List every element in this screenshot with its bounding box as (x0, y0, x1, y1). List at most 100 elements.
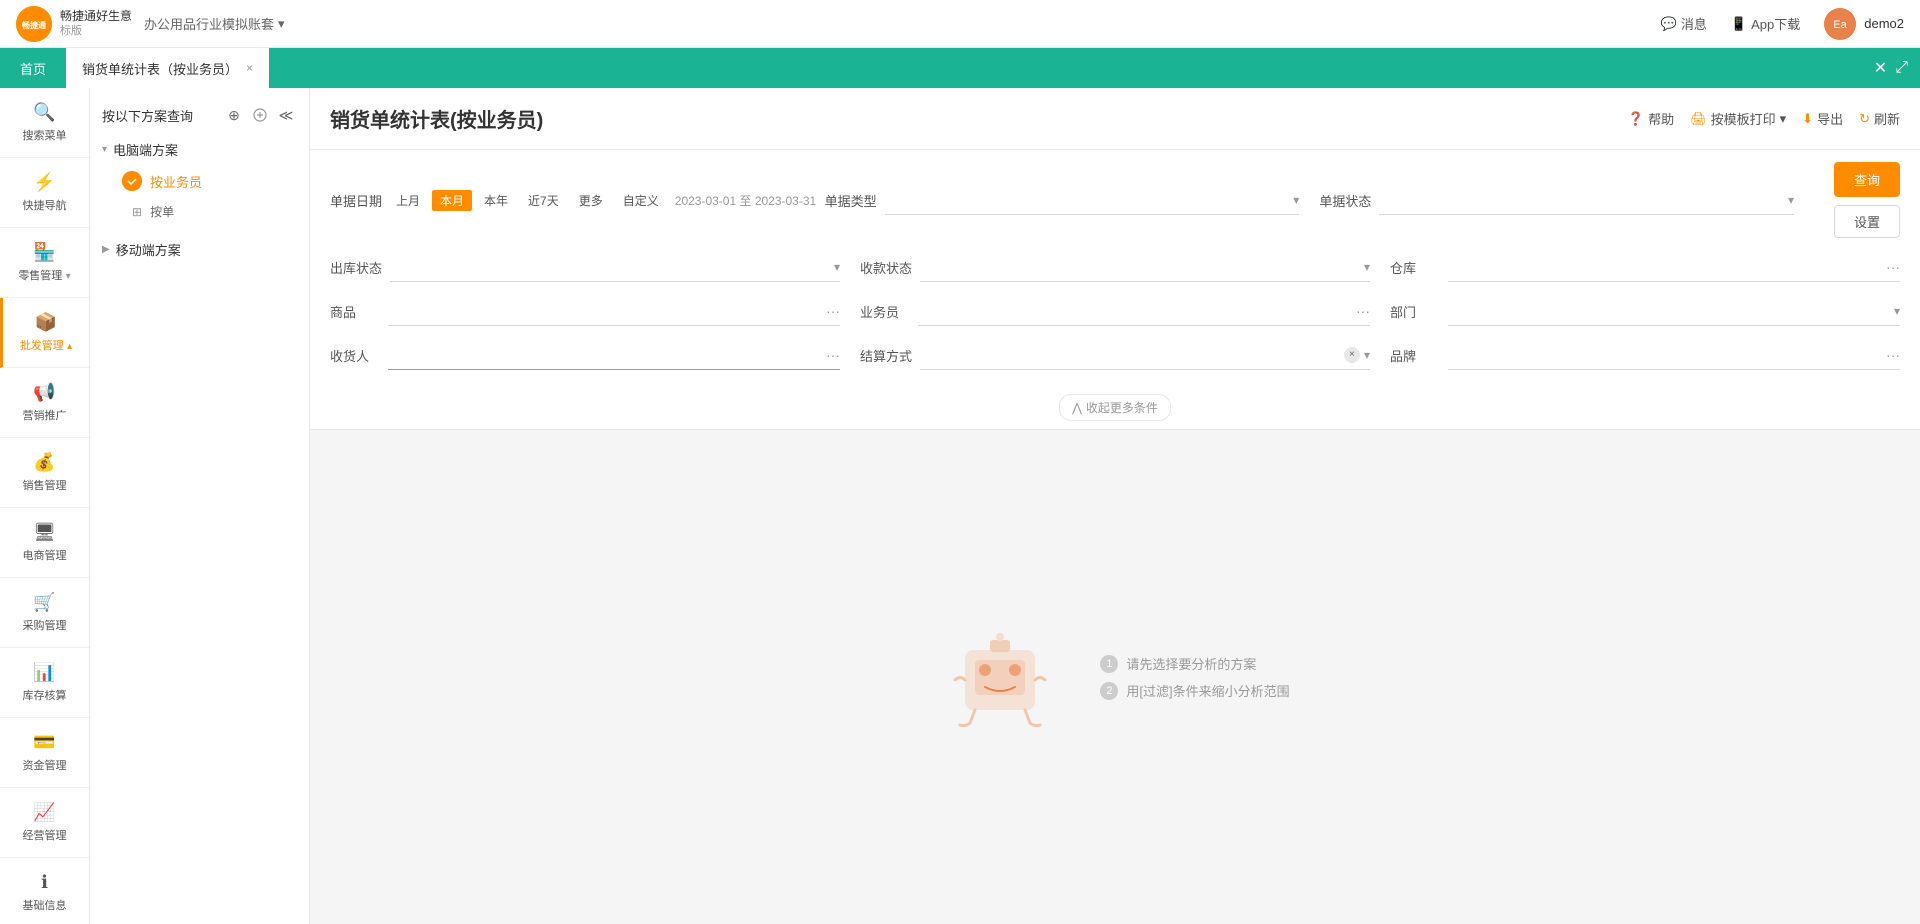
sidebar-item-purchase[interactable]: 🛒 采购管理 (0, 578, 89, 648)
filter-row-2: 出库状态 ▾ 收款状态 ▾ (330, 252, 1900, 282)
scheme-item-doc[interactable]: ⊞ 按单 (102, 197, 297, 226)
sidebar-item-search[interactable]: 🔍 搜索菜单 (0, 88, 89, 158)
outstatus-control[interactable]: ▾ (390, 252, 840, 282)
date-tabs: 上月 本月 本年 近7天 更多 自定义 2023-03-01 至 2023-03… (388, 190, 816, 211)
payment-control[interactable]: ▾ (920, 252, 1370, 282)
scheme-group-mobile-header[interactable]: ▶ 移动端方案 (102, 234, 297, 265)
empty-illustration (940, 615, 1060, 740)
department-arrow-icon: ▾ (1894, 304, 1900, 318)
filter-salesman: 业务员 ··· (860, 296, 1370, 326)
logo-area: 畅捷通 畅捷通好生意 标版 (16, 6, 132, 42)
docstatus-control[interactable]: ▾ (1379, 185, 1794, 215)
left-panel-actions: ⊕ ≪ (223, 104, 297, 126)
date-tab-thisyear[interactable]: 本年 (476, 190, 516, 211)
tab-controls: ✕ ⤢ (1862, 58, 1920, 78)
wholesale-icon: 📦 (11, 312, 81, 333)
breadcrumb[interactable]: 办公用品行业模拟账套 ▾ (144, 14, 285, 33)
sidebar-item-ecommerce[interactable]: 🖥 电商管理 (0, 508, 89, 578)
sidebar-item-retail[interactable]: 🏪 零售管理 ▾ (0, 228, 89, 298)
settlement-clear-btn[interactable]: × (1344, 347, 1360, 363)
page-title: 销货单统计表(按业务员) (330, 104, 543, 133)
ecommerce-icon: 🖥 (8, 522, 81, 543)
sales-icon: 💰 (8, 452, 81, 473)
search-icon: 🔍 (8, 102, 81, 123)
tab-maximize-btn[interactable]: ⤢ (1895, 59, 1908, 77)
content-area: 按以下方案查询 ⊕ ≪ ▾ 电脑端方案 (90, 88, 1920, 924)
doctype-control[interactable]: ▾ (885, 185, 1300, 215)
date-tab-more[interactable]: 更多 (571, 190, 611, 211)
export-icon: ⬇ (1802, 111, 1813, 127)
sidebar-item-basics[interactable]: ℹ 基础信息 (0, 858, 89, 924)
tab-home[interactable]: 首页 (0, 48, 66, 88)
receiver-dots: ··· (826, 347, 840, 363)
basics-icon: ℹ (8, 872, 81, 893)
docstatus-arrow-icon: ▾ (1788, 193, 1794, 207)
sidebar-item-inventory[interactable]: 📊 库存核算 (0, 648, 89, 718)
settlement-control[interactable]: × ▾ (920, 340, 1370, 370)
date-tab-custom[interactable]: 自定义 (615, 190, 667, 211)
sidebar-item-operation[interactable]: 📈 经营管理 (0, 788, 89, 858)
filter-docstatus: 单据状态 ▾ (1319, 185, 1794, 215)
filter-settlement: 结算方式 × ▾ (860, 340, 1370, 370)
scheme-group-pc: ▾ 电脑端方案 按业务员 ⊞ 按单 (90, 134, 309, 226)
operation-icon: 📈 (8, 802, 81, 823)
refresh-btn[interactable]: ↻ 刷新 (1859, 109, 1900, 128)
top-header: 畅捷通 畅捷通好生意 标版 办公用品行业模拟账套 ▾ 💬 消息 📱 App下载 (0, 0, 1920, 48)
settings-button[interactable]: 设置 (1834, 205, 1900, 238)
export-btn[interactable]: ⬇ 导出 (1802, 109, 1843, 128)
retail-icon: 🏪 (8, 242, 81, 263)
marketing-icon: 📢 (8, 382, 81, 403)
department-control[interactable]: ▾ (1448, 296, 1900, 326)
svg-text:畅捷通: 畅捷通 (22, 20, 46, 30)
print-btn[interactable]: 🖨 按模板打印 ▾ (1690, 109, 1786, 128)
scheme-item-salesman[interactable]: 按业务员 (102, 165, 297, 197)
user-area[interactable]: Ea demo2 (1824, 8, 1904, 40)
warehouse-control[interactable]: ··· (1448, 252, 1900, 282)
purchase-icon: 🛒 (8, 592, 81, 613)
filter-row-3: 商品 ··· 业务员 ··· (330, 296, 1900, 326)
filter-goods: 商品 ··· (330, 296, 840, 326)
filter-department: 部门 ▾ (1390, 296, 1900, 326)
goods-control[interactable]: ··· (388, 296, 840, 326)
tab-active[interactable]: 销货单统计表（按业务员） × (66, 48, 269, 88)
collapse-btn[interactable]: ⋀ 收起更多条件 (1059, 394, 1171, 421)
tab-close-icon[interactable]: × (246, 61, 253, 75)
scheme-group-pc-header[interactable]: ▾ 电脑端方案 (102, 134, 297, 165)
date-tab-7days[interactable]: 近7天 (520, 190, 567, 211)
logo-text: 畅捷通好生意 标版 (60, 9, 132, 39)
page-header-top: 销货单统计表(按业务员) ❓ 帮助 🖨 按模板打印 ▾ ⬇ (330, 104, 1900, 133)
sidebar-item-marketing[interactable]: 📢 营销推广 (0, 368, 89, 438)
query-button[interactable]: 查询 (1834, 162, 1900, 197)
filter-brand: 品牌 ··· (1390, 340, 1900, 370)
scheme-group-mobile: ▶ 移动端方案 (90, 234, 309, 265)
tab-close-btn[interactable]: ✕ (1874, 58, 1887, 78)
salesman-control[interactable]: ··· (918, 296, 1370, 326)
receiver-control[interactable]: ··· (388, 340, 840, 370)
filter-outstatus: 出库状态 ▾ (330, 252, 840, 282)
scheme-active-icon (122, 171, 142, 191)
message-icon: 💬 (1661, 16, 1677, 32)
salesman-dots: ··· (1356, 303, 1370, 319)
empty-state: 1 请先选择要分析的方案 2 用[过滤]条件来缩小分析范围 (310, 430, 1920, 924)
date-tab-thismonth[interactable]: 本月 (432, 190, 472, 211)
sidebar-item-finance[interactable]: 💳 资金管理 (0, 718, 89, 788)
add-scheme-btn[interactable]: ⊕ (223, 104, 245, 126)
empty-tip-2: 2 用[过滤]条件来缩小分析范围 (1100, 681, 1289, 700)
edit-scheme-btn[interactable] (249, 104, 271, 126)
help-btn[interactable]: ❓ 帮助 (1628, 109, 1674, 128)
sidebar-item-wholesale[interactable]: 📦 批发管理 ▴ (0, 298, 89, 368)
main-layout: 🔍 搜索菜单 ⚡ 快捷导航 🏪 零售管理 ▾ 📦 批发管理 ▴ 📢 营销推广 💰… (0, 88, 1920, 924)
sidebar-item-quicknav[interactable]: ⚡ 快捷导航 (0, 158, 89, 228)
quicknav-icon: ⚡ (8, 172, 81, 193)
brand-control[interactable]: ··· (1448, 340, 1900, 370)
filter-doctype: 单据类型 ▾ (825, 185, 1300, 215)
settlement-arrow-icon: ▾ (1364, 348, 1370, 362)
app-download-nav[interactable]: 📱 App下载 (1731, 14, 1800, 33)
filter-row-1: 单据日期 上月 本月 本年 近7天 更多 自定义 2023-03-01 至 20… (330, 162, 1900, 238)
sidebar-item-sales[interactable]: 💰 销售管理 (0, 438, 89, 508)
collapse-panel-btn[interactable]: ≪ (275, 104, 297, 126)
left-panel-header: 按以下方案查询 ⊕ ≪ (90, 100, 309, 134)
left-panel: 按以下方案查询 ⊕ ≪ ▾ 电脑端方案 (90, 88, 310, 924)
message-nav[interactable]: 💬 消息 (1661, 14, 1707, 33)
date-tab-lastmonth[interactable]: 上月 (388, 190, 428, 211)
